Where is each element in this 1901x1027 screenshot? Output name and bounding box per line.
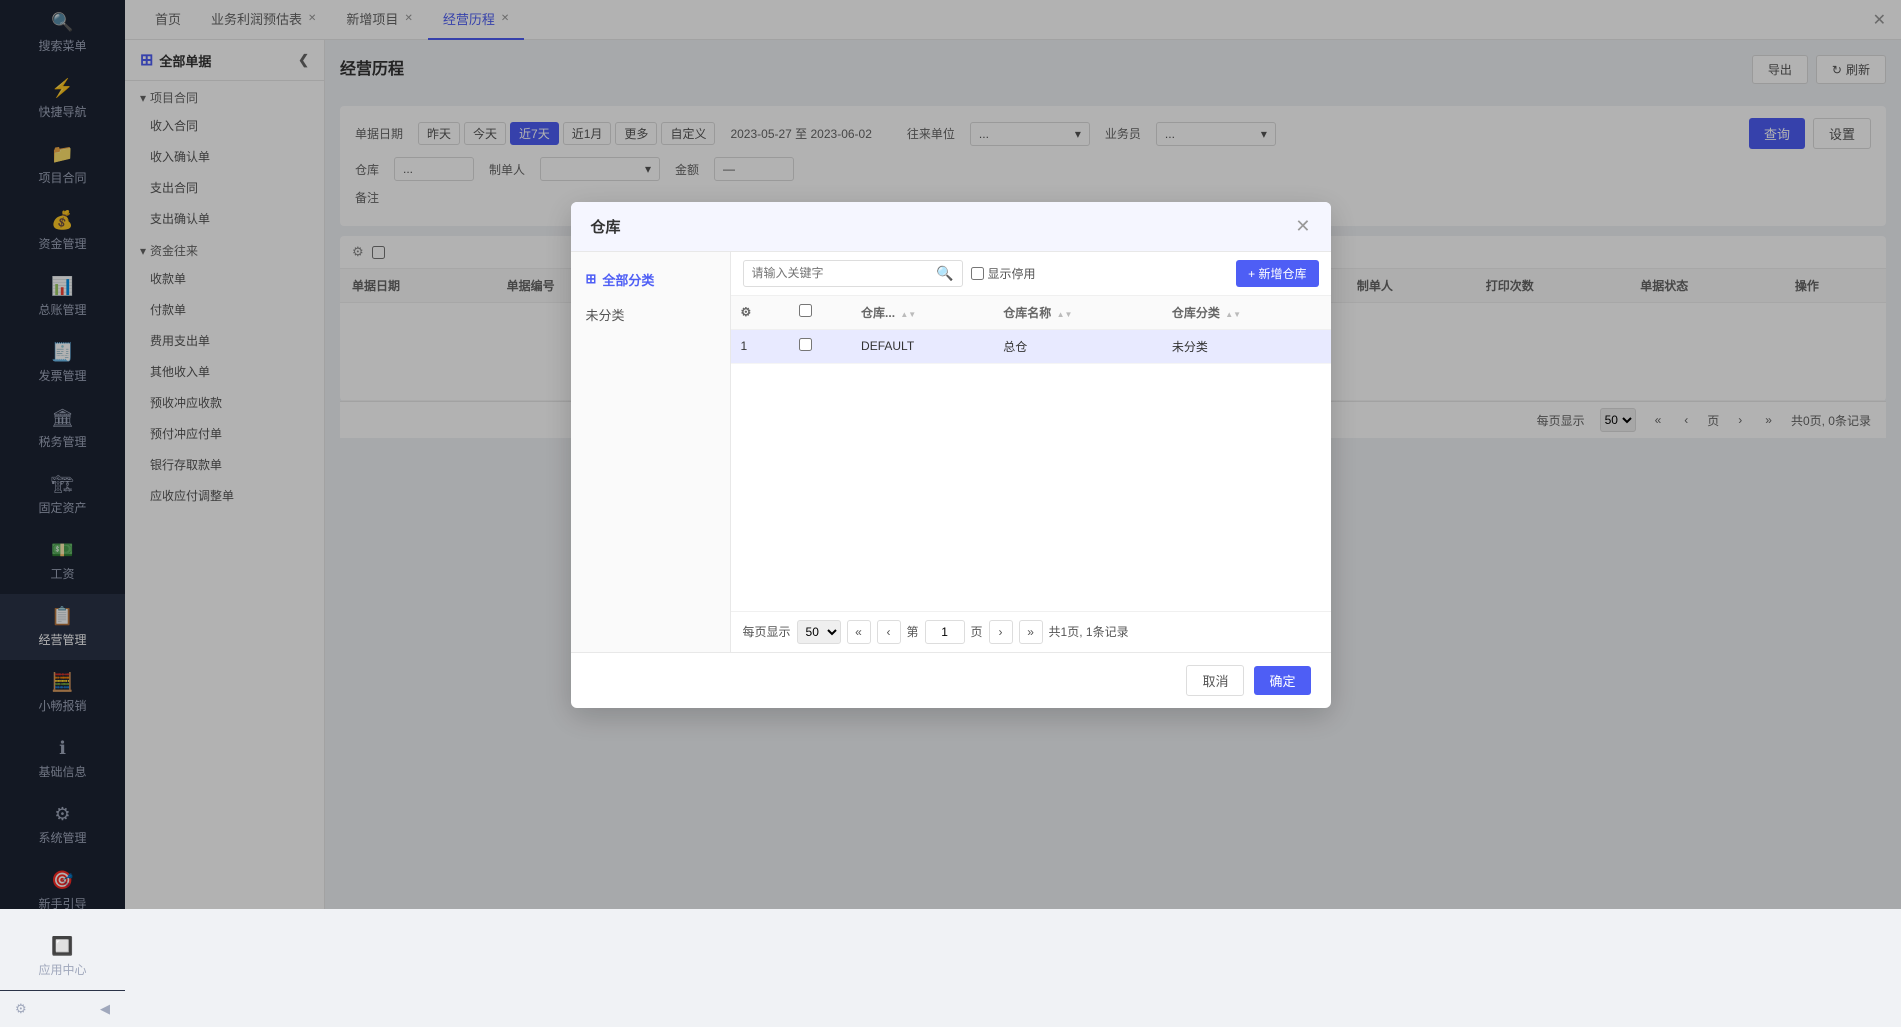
gear-col-icon[interactable]: ⚙ xyxy=(741,305,752,319)
show-disabled-label: 显示停用 xyxy=(988,265,1036,282)
modal-select-all[interactable] xyxy=(799,304,812,317)
modal-total-text: 共1页, 1条记录 xyxy=(1049,623,1129,640)
modal-col-check xyxy=(789,296,851,330)
modal-category-all[interactable]: ⊞ 全部分类 xyxy=(571,262,730,297)
modal-prev-btn[interactable]: ‹ xyxy=(877,620,901,644)
sort-cat-icon: ▲▼ xyxy=(1225,311,1241,319)
modal-col-code: 仓库... ▲▼ xyxy=(851,296,993,330)
sidebar-item-appcenter[interactable]: 🔲 应用中心 xyxy=(0,924,125,990)
sort-code-icon: ▲▼ xyxy=(900,311,916,319)
grid-cat-icon: ⊞ xyxy=(586,271,597,287)
modal-table: ⚙ 仓库... ▲▼ 仓库名称 xyxy=(731,296,1331,364)
show-disabled-checkbox[interactable] xyxy=(971,267,984,280)
sidebar-bottom: ⚙ ◀ xyxy=(0,990,125,1027)
grid-icon: 🔲 xyxy=(51,936,73,957)
modal-col-settings: ⚙ xyxy=(731,296,789,330)
modal-page-input[interactable] xyxy=(925,620,965,644)
modal-right-panel: 🔍 显示停用 + 新增仓库 ⚙ xyxy=(731,252,1331,652)
sort-name-icon: ▲▼ xyxy=(1057,311,1073,319)
modal-per-page-select[interactable]: 50 xyxy=(797,620,841,644)
modal-header: 仓库 ✕ xyxy=(571,202,1331,252)
row-num: 1 xyxy=(731,329,789,363)
modal-body: ⊞ 全部分类 未分类 🔍 显示停用 xyxy=(571,252,1331,652)
modal-table-row[interactable]: 1 DEFAULT 总仓 未分类 xyxy=(731,329,1331,363)
confirm-btn[interactable]: 确定 xyxy=(1254,666,1310,695)
modal-category-uncat-label: 未分类 xyxy=(586,305,625,324)
modal-footer: 取消 确定 xyxy=(571,652,1331,708)
collapse-icon[interactable]: ◀ xyxy=(100,1001,110,1017)
show-disabled-checkbox-label[interactable]: 显示停用 xyxy=(971,265,1036,282)
modal-last-btn[interactable]: » xyxy=(1019,620,1043,644)
modal-category-all-label: 全部分类 xyxy=(602,270,654,289)
sidebar-label-appcenter: 应用中心 xyxy=(38,961,86,978)
modal-table-container: ⚙ 仓库... ▲▼ 仓库名称 xyxy=(731,296,1331,611)
row-name: 总仓 xyxy=(993,329,1162,363)
modal-pagination: 每页显示 50 « ‹ 第 页 › » 共1页, 1条记录 xyxy=(731,611,1331,652)
row-check xyxy=(789,329,851,363)
modal-title: 仓库 xyxy=(591,216,621,237)
row-code: DEFAULT xyxy=(851,329,993,363)
modal-per-page-label: 每页显示 xyxy=(743,623,791,640)
modal-category-panel: ⊞ 全部分类 未分类 xyxy=(571,252,731,652)
search-icon: 🔍 xyxy=(936,265,953,282)
add-warehouse-btn[interactable]: + 新增仓库 xyxy=(1236,260,1318,287)
cancel-btn[interactable]: 取消 xyxy=(1186,665,1244,696)
settings-bottom-icon[interactable]: ⚙ xyxy=(15,1001,27,1017)
modal-close-btn[interactable]: ✕ xyxy=(1295,216,1310,237)
modal-search-input[interactable] xyxy=(752,266,933,280)
modal-category-uncat[interactable]: 未分类 xyxy=(571,297,730,332)
row-category: 未分类 xyxy=(1162,329,1331,363)
row-checkbox[interactable] xyxy=(799,338,812,351)
modal-page-label: 页 xyxy=(971,623,983,640)
modal-first-btn[interactable]: « xyxy=(847,620,871,644)
modal-next-btn[interactable]: › xyxy=(989,620,1013,644)
modal-search-box[interactable]: 🔍 xyxy=(743,260,963,287)
modal-col-name: 仓库名称 ▲▼ xyxy=(993,296,1162,330)
modal-col-category: 仓库分类 ▲▼ xyxy=(1162,296,1331,330)
modal-overlay[interactable]: 仓库 ✕ ⊞ 全部分类 未分类 🔍 xyxy=(0,0,1901,909)
modal-page-prefix: 第 xyxy=(907,623,919,640)
modal-toolbar: 🔍 显示停用 + 新增仓库 xyxy=(731,252,1331,296)
warehouse-modal: 仓库 ✕ ⊞ 全部分类 未分类 🔍 xyxy=(571,202,1331,708)
